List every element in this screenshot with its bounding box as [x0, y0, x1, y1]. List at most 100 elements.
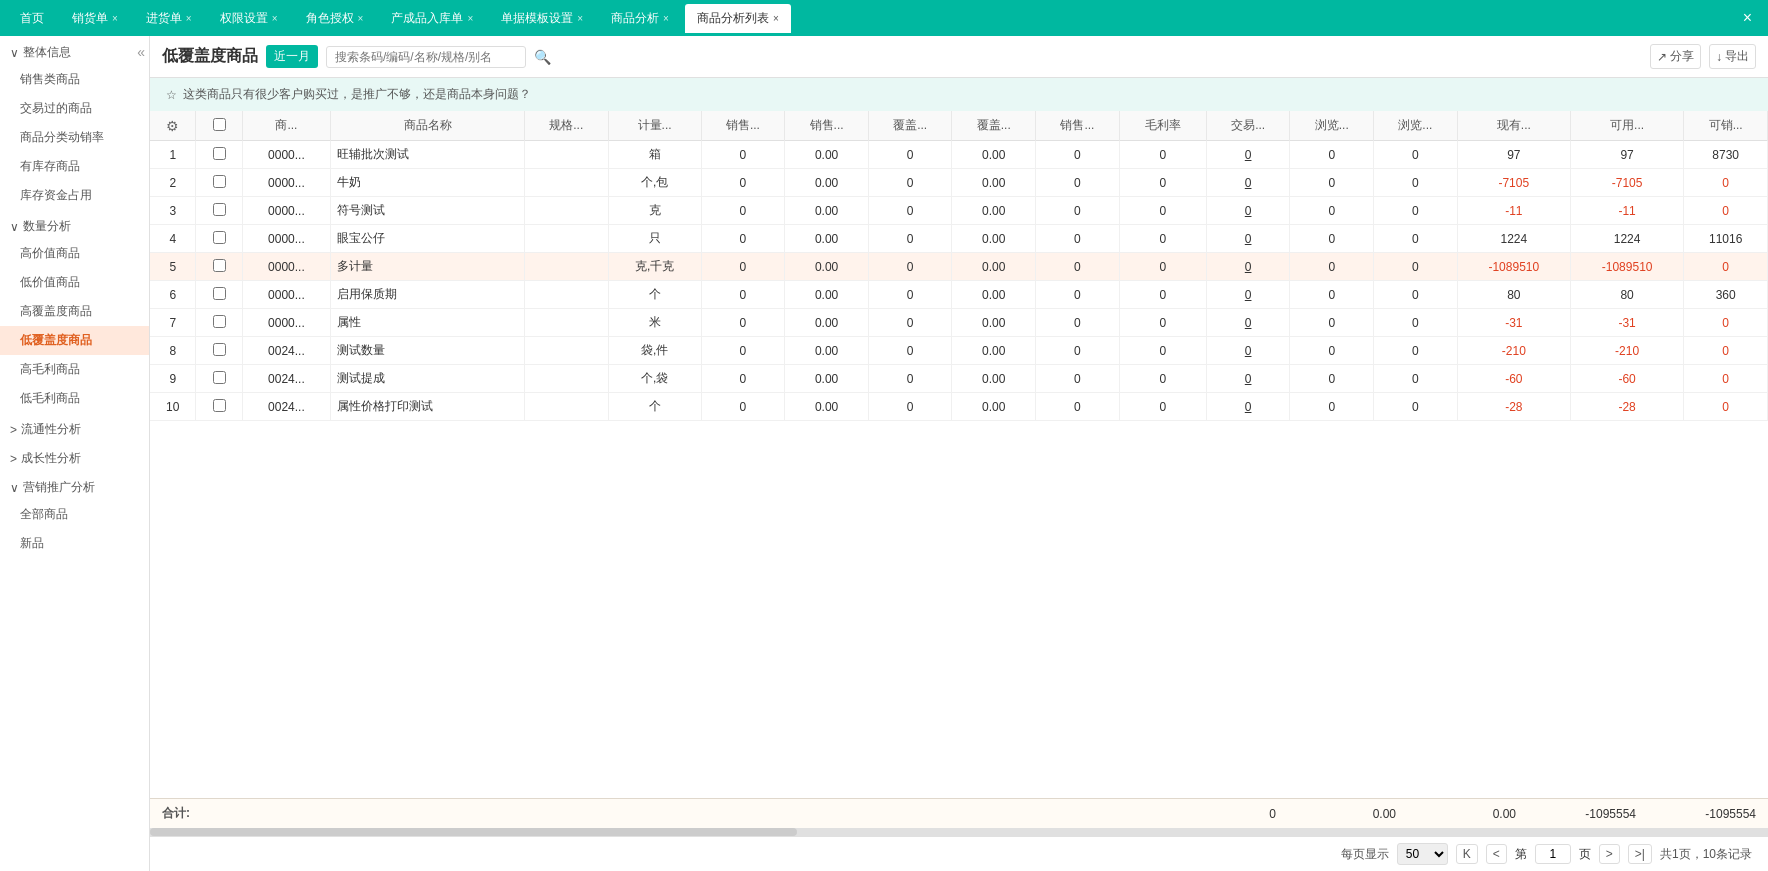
data-table-container[interactable]: ⚙ 商... 商品名称 规格... 计量... 销售... 销售... 覆盖..… — [150, 111, 1768, 798]
sidebar-item-low-value[interactable]: 低价值商品 — [0, 268, 149, 297]
search-icon[interactable]: 🔍 — [534, 49, 551, 65]
row-select-checkbox[interactable] — [213, 371, 226, 384]
sidebar-section-overall[interactable]: ∨ 整体信息 — [0, 36, 149, 65]
sidebar-item-high-coverage[interactable]: 高覆盖度商品 — [0, 297, 149, 326]
horizontal-scrollbar[interactable] — [150, 828, 1768, 836]
row-number: 8 — [150, 337, 196, 365]
nav-role-auth[interactable]: 角色授权 × — [294, 4, 376, 33]
row-code: 0000... — [242, 281, 330, 309]
row-browse2: 0 — [1374, 169, 1458, 197]
search-input[interactable] — [326, 46, 526, 68]
row-browse2: 0 — [1374, 281, 1458, 309]
nav-template-settings-close[interactable]: × — [577, 13, 583, 24]
row-select-checkbox[interactable] — [213, 287, 226, 300]
col-margin-header: 毛利率 — [1119, 111, 1206, 141]
col-gear[interactable]: ⚙ — [150, 111, 196, 141]
prev-page-button[interactable]: < — [1486, 844, 1507, 864]
nav-home[interactable]: 首页 — [8, 4, 56, 33]
sidebar-item-low-margin[interactable]: 低毛利商品 — [0, 384, 149, 413]
nav-sales-order-close[interactable]: × — [112, 13, 118, 24]
sidebar-item-new-products[interactable]: 新品 — [0, 529, 149, 558]
sidebar-item-all-goods[interactable]: 全部商品 — [0, 500, 149, 529]
settings-icon[interactable]: ⚙ — [166, 118, 179, 134]
sidebar-section-growth[interactable]: > 成长性分析 — [0, 442, 149, 471]
row-sales-amount: 0.00 — [785, 197, 869, 225]
nav-product-analysis-list[interactable]: 商品分析列表 × — [685, 4, 791, 33]
row-browse1: 0 — [1290, 393, 1374, 421]
row-sales-count: 0 — [701, 309, 785, 337]
row-browse1: 0 — [1290, 309, 1374, 337]
row-sales-count: 0 — [701, 393, 785, 421]
nav-product-analysis[interactable]: 商品分析 × — [599, 4, 681, 33]
page-size-select[interactable]: 50 100 200 — [1397, 843, 1448, 865]
row-select-checkbox[interactable] — [213, 343, 226, 356]
row-sales-count: 0 — [701, 225, 785, 253]
col-browse2-header: 浏览... — [1374, 111, 1458, 141]
row-code: 0000... — [242, 141, 330, 169]
row-sales-amount: 0.00 — [785, 141, 869, 169]
time-filter-button[interactable]: 近一月 — [266, 45, 318, 68]
row-select-checkbox[interactable] — [213, 315, 226, 328]
row-cover2: 0.00 — [952, 141, 1036, 169]
row-select-checkbox[interactable] — [213, 175, 226, 188]
nav-permission-settings[interactable]: 权限设置 × — [208, 4, 290, 33]
last-page-button[interactable]: >| — [1628, 844, 1652, 864]
row-cover1: 0 — [868, 393, 952, 421]
select-all-checkbox[interactable] — [213, 118, 226, 131]
row-name: 旺辅批次测试 — [331, 141, 525, 169]
share-button[interactable]: ↗ 分享 — [1650, 44, 1701, 69]
row-code: 0024... — [242, 365, 330, 393]
row-spec — [524, 365, 608, 393]
page-title: 低覆盖度商品 — [162, 46, 258, 67]
col-sales-count-header: 销售... — [701, 111, 785, 141]
nav-template-settings[interactable]: 单据模板设置 × — [489, 4, 595, 33]
sidebar-item-high-value[interactable]: 高价值商品 — [0, 239, 149, 268]
sidebar-item-sales-goods[interactable]: 销售类商品 — [0, 65, 149, 94]
sidebar-item-in-stock[interactable]: 有库存商品 — [0, 152, 149, 181]
sidebar-section-marketing[interactable]: ∨ 营销推广分析 — [0, 471, 149, 500]
sidebar-item-low-coverage[interactable]: 低覆盖度商品 — [0, 326, 149, 355]
nav-purchase-order[interactable]: 进货单 × — [134, 4, 204, 33]
page-number-input[interactable] — [1535, 844, 1571, 864]
row-available: -7105 — [1570, 169, 1683, 197]
sidebar-collapse-button[interactable]: « — [137, 44, 145, 60]
row-cover1: 0 — [868, 169, 952, 197]
sidebar-item-high-margin[interactable]: 高毛利商品 — [0, 355, 149, 384]
row-cover2: 0.00 — [952, 309, 1036, 337]
window-close-button[interactable]: × — [1735, 5, 1760, 31]
nav-product-inbound[interactable]: 产成品入库单 × — [379, 4, 485, 33]
row-cover2: 0.00 — [952, 197, 1036, 225]
nav-role-auth-close[interactable]: × — [358, 13, 364, 24]
row-select-checkbox[interactable] — [213, 399, 226, 412]
table-row: 20000...牛奶个,包00.0000.0000000-7105-71050 — [150, 169, 1768, 197]
row-select-checkbox[interactable] — [213, 231, 226, 244]
row-select-checkbox[interactable] — [213, 259, 226, 272]
row-browse1: 0 — [1290, 337, 1374, 365]
nav-purchase-order-close[interactable]: × — [186, 13, 192, 24]
nav-product-analysis-close[interactable]: × — [663, 13, 669, 24]
next-page-button[interactable]: > — [1599, 844, 1620, 864]
sidebar-item-category-rate[interactable]: 商品分类动销率 — [0, 123, 149, 152]
row-name: 属性价格打印测试 — [331, 393, 525, 421]
sidebar-item-capital-ratio[interactable]: 库存资金占用 — [0, 181, 149, 210]
nav-product-analysis-list-close[interactable]: × — [773, 13, 779, 24]
sidebar-item-traded-goods[interactable]: 交易过的商品 — [0, 94, 149, 123]
row-select-checkbox[interactable] — [213, 203, 226, 216]
row-spec — [524, 169, 608, 197]
row-margin: 0 — [1119, 169, 1206, 197]
col-trade-header: 交易... — [1206, 111, 1290, 141]
sidebar-section-quantity[interactable]: ∨ 数量分析 — [0, 210, 149, 239]
sidebar-section-flow[interactable]: > 流通性分析 — [0, 413, 149, 442]
row-checkbox — [196, 169, 242, 197]
col-checkbox[interactable] — [196, 111, 242, 141]
row-sales-amount: 0.00 — [785, 169, 869, 197]
nav-product-inbound-close[interactable]: × — [467, 13, 473, 24]
nav-permission-settings-close[interactable]: × — [272, 13, 278, 24]
export-button[interactable]: ↓ 导出 — [1709, 44, 1756, 69]
info-banner: ☆ 这类商品只有很少客户购买过，是推广不够，还是商品本身问题？ — [150, 78, 1768, 111]
row-checkbox — [196, 225, 242, 253]
first-page-button[interactable]: K — [1456, 844, 1478, 864]
row-select-checkbox[interactable] — [213, 147, 226, 160]
row-code: 0024... — [242, 337, 330, 365]
nav-sales-order[interactable]: 销货单 × — [60, 4, 130, 33]
